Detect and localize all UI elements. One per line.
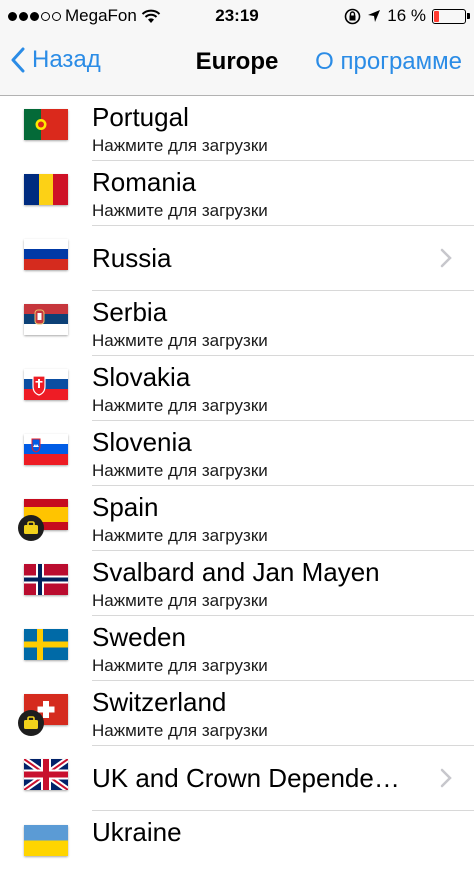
slovakia-flag-icon (24, 369, 68, 400)
list-item-serbia[interactable]: Serbia Нажмите для загрузки (0, 291, 474, 356)
row-title: Romania (92, 167, 197, 197)
battery-icon (432, 8, 470, 24)
switzerland-flag-icon (18, 694, 68, 736)
row-title: Portugal (92, 102, 189, 132)
row-subtitle: Нажмите для загрузки (92, 201, 268, 220)
status-right: 16 % (344, 6, 470, 26)
chevron-left-icon (11, 47, 25, 73)
download-bag-icon (18, 710, 44, 736)
chevron-right-icon (440, 768, 452, 788)
spain-flag-icon (18, 499, 68, 541)
row-title: UK and Crown Depende… (92, 763, 400, 793)
portugal-flag-icon (24, 109, 68, 140)
list-item-russia[interactable]: Russia (0, 226, 474, 291)
row-title: Ukraine (92, 817, 182, 847)
battery-percent: 16 % (387, 6, 426, 25)
norway-flag-icon (24, 564, 68, 595)
list-item-sweden[interactable]: Sweden Нажмите для загрузки (0, 616, 474, 681)
row-subtitle: Нажмите для загрузки (92, 136, 268, 155)
chevron-right-icon (440, 248, 452, 268)
carrier-name: MegaFon (65, 6, 137, 25)
list-item-svalbard-and-jan-mayen[interactable]: Svalbard and Jan Mayen Нажмите для загру… (0, 551, 474, 616)
uk-flag-icon (24, 759, 68, 790)
russia-flag-icon (24, 239, 68, 270)
row-subtitle: Нажмите для загрузки (92, 331, 268, 350)
sweden-flag-icon (24, 629, 68, 660)
list-item-portugal[interactable]: Portugal Нажмите для загрузки (0, 96, 474, 161)
row-title: Russia (92, 243, 172, 273)
row-subtitle: Нажмите для загрузки (92, 526, 268, 545)
list-item-ukraine[interactable]: Ukraine (0, 811, 474, 876)
row-title: Sweden (92, 622, 186, 652)
row-title: Slovakia (92, 362, 191, 392)
row-subtitle: Нажмите для загрузки (92, 591, 268, 610)
back-button[interactable]: Назад (10, 46, 101, 74)
row-subtitle: Нажмите для загрузки (92, 721, 268, 740)
row-subtitle: Нажмите для загрузки (92, 656, 268, 675)
carrier-group: MegaFon (8, 6, 188, 26)
row-title: Slovenia (92, 427, 192, 457)
serbia-flag-icon (24, 304, 68, 335)
location-arrow-icon (368, 10, 381, 22)
list-item-spain[interactable]: Spain Нажмите для загрузки (0, 486, 474, 551)
list-item-slovenia[interactable]: Slovenia Нажмите для загрузки (0, 421, 474, 486)
row-title: Svalbard and Jan Mayen (92, 557, 380, 587)
list-item-switzerland[interactable]: Switzerland Нажмите для загрузки (0, 681, 474, 746)
row-title: Spain (92, 492, 159, 522)
list-item-uk-and-crown-dependencies[interactable]: UK and Crown Depende… (0, 746, 474, 811)
signal-strength-icon (8, 11, 61, 21)
list-item-romania[interactable]: Romania Нажмите для загрузки (0, 161, 474, 226)
status-bar: MegaFon 23:19 16 % (0, 0, 474, 32)
row-subtitle: Нажмите для загрузки (92, 396, 268, 415)
navigation-bar: Назад Europe О программе (0, 32, 474, 96)
download-bag-icon (18, 515, 44, 541)
row-title: Serbia (92, 297, 168, 327)
region-list: Portugal Нажмите для загрузки Romania На… (0, 96, 474, 876)
row-subtitle: Нажмите для загрузки (92, 461, 268, 480)
about-button[interactable]: О программе (315, 48, 462, 76)
romania-flag-icon (24, 174, 68, 205)
back-label: Назад (32, 46, 101, 73)
wifi-icon (141, 9, 161, 23)
row-title: Switzerland (92, 687, 227, 717)
orientation-lock-icon (344, 8, 361, 24)
slovenia-flag-icon (24, 434, 68, 465)
list-item-slovakia[interactable]: Slovakia Нажмите для загрузки (0, 356, 474, 421)
